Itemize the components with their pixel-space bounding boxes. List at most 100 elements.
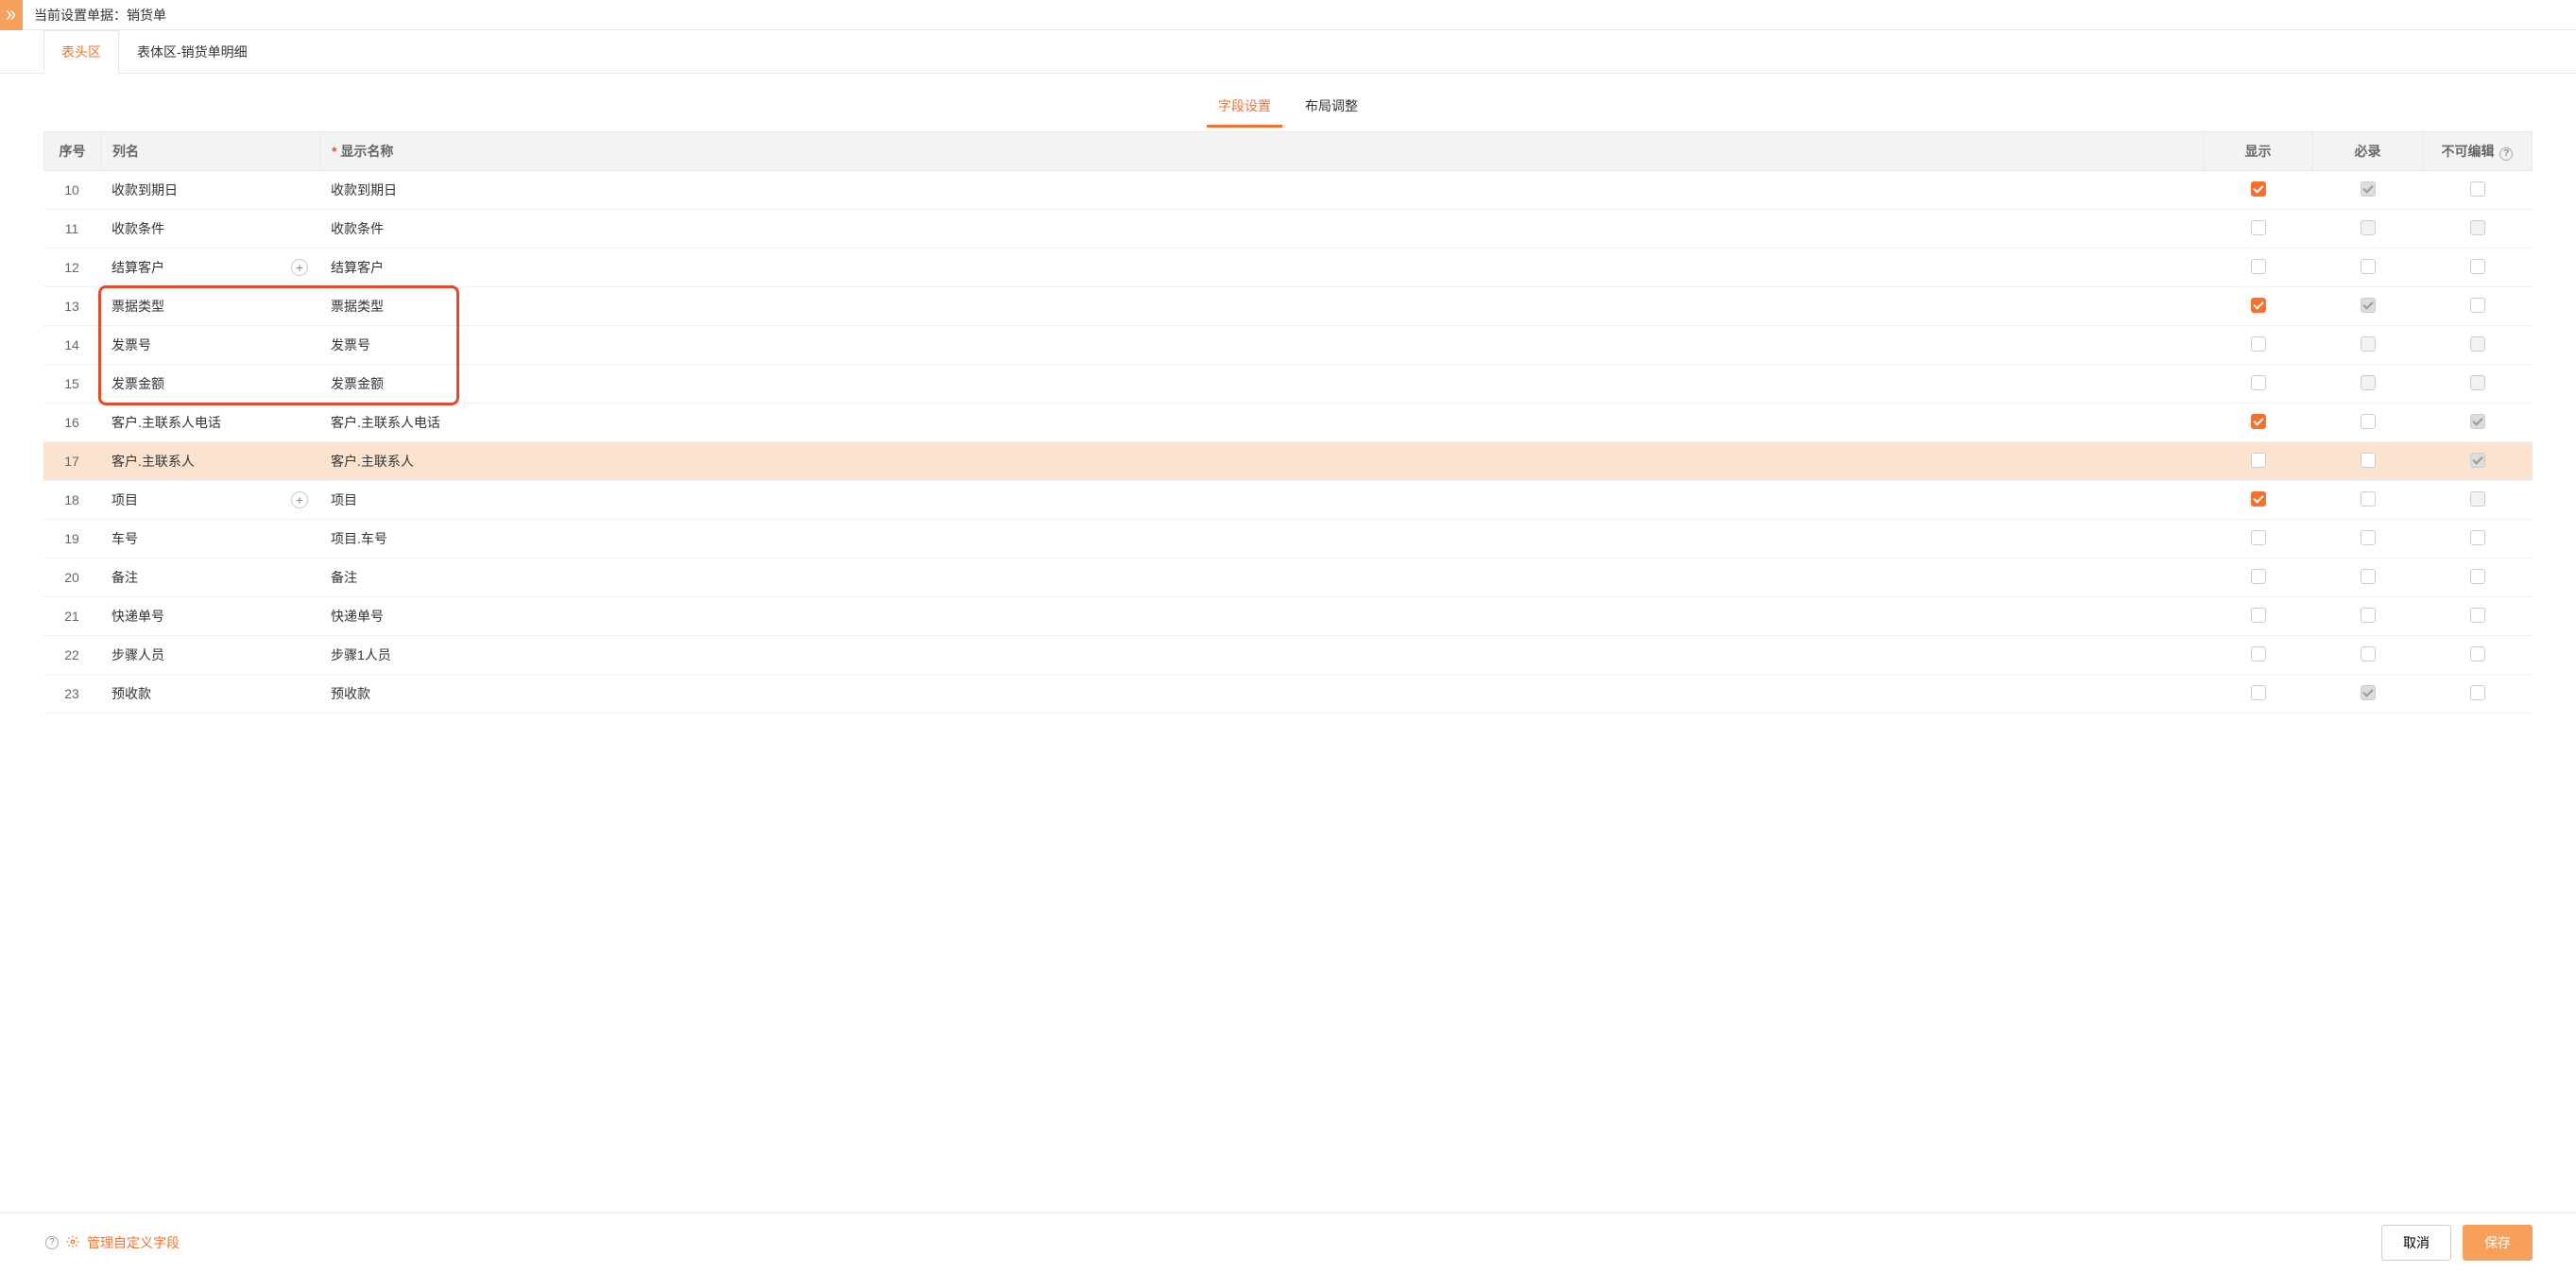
show-checkbox[interactable] bbox=[2251, 453, 2266, 468]
row-display-name[interactable]: 收款到期日 bbox=[319, 171, 2204, 210]
show-checkbox[interactable] bbox=[2251, 530, 2266, 545]
row-col-name: 发票号 bbox=[100, 326, 319, 365]
row-display-name[interactable]: 备注 bbox=[319, 559, 2204, 597]
required-checkbox[interactable] bbox=[2361, 530, 2376, 545]
sub-tab-0[interactable]: 字段设置 bbox=[1207, 91, 1282, 128]
main-tab-0[interactable]: 表头区 bbox=[43, 30, 119, 74]
required-checkbox bbox=[2361, 298, 2376, 313]
table-row[interactable]: 19 车号 项目.车号 bbox=[43, 520, 2533, 559]
table-row[interactable]: 23 预收款 预收款 bbox=[43, 675, 2533, 713]
main-tab-1[interactable]: 表体区-销货单明细 bbox=[119, 30, 266, 73]
manage-custom-fields-link[interactable]: 管理自定义字段 bbox=[87, 1233, 180, 1252]
row-display-name[interactable]: 项目.车号 bbox=[319, 520, 2204, 559]
add-child-button[interactable]: + bbox=[291, 259, 308, 276]
row-col-name: 客户.主联系人电话 bbox=[100, 404, 319, 442]
required-checkbox[interactable] bbox=[2361, 259, 2376, 274]
row-col-name: 步骤人员 bbox=[100, 636, 319, 675]
row-col-name: 备注 bbox=[100, 559, 319, 597]
table-row[interactable]: 14 发票号 发票号 bbox=[43, 326, 2533, 365]
readonly-checkbox bbox=[2470, 220, 2485, 235]
row-col-name: 结算客户 + bbox=[100, 249, 319, 287]
readonly-checkbox[interactable] bbox=[2470, 608, 2485, 623]
row-col-name: 收款条件 bbox=[100, 210, 319, 249]
table-row[interactable]: 18 项目 + 项目 bbox=[43, 481, 2533, 520]
readonly-checkbox[interactable] bbox=[2470, 259, 2485, 274]
show-checkbox[interactable] bbox=[2251, 569, 2266, 584]
table-row[interactable]: 11 收款条件 收款条件 bbox=[43, 210, 2533, 249]
row-seq: 23 bbox=[43, 675, 100, 713]
cancel-button[interactable]: 取消 bbox=[2381, 1225, 2451, 1261]
readonly-checkbox[interactable] bbox=[2470, 298, 2485, 313]
help-icon[interactable]: ? bbox=[2499, 147, 2513, 161]
required-checkbox[interactable] bbox=[2361, 646, 2376, 662]
table-row[interactable]: 13 票据类型 票据类型 bbox=[43, 287, 2533, 326]
required-checkbox bbox=[2361, 685, 2376, 700]
row-display-name[interactable]: 发票金额 bbox=[319, 365, 2204, 404]
readonly-checkbox[interactable] bbox=[2470, 569, 2485, 584]
table-row[interactable]: 22 步骤人员 步骤1人员 bbox=[43, 636, 2533, 675]
row-col-name: 票据类型 bbox=[100, 287, 319, 326]
required-checkbox bbox=[2361, 336, 2376, 352]
row-display-name[interactable]: 项目 bbox=[319, 481, 2204, 520]
row-display-name[interactable]: 快递单号 bbox=[319, 597, 2204, 636]
row-col-name: 收款到期日 bbox=[100, 171, 319, 210]
show-checkbox[interactable] bbox=[2251, 414, 2266, 429]
table-row[interactable]: 20 备注 备注 bbox=[43, 559, 2533, 597]
header-display-name: * 显示名称 bbox=[320, 132, 2204, 171]
readonly-checkbox bbox=[2470, 375, 2485, 390]
table-row[interactable]: 21 快递单号 快递单号 bbox=[43, 597, 2533, 636]
required-checkbox[interactable] bbox=[2361, 608, 2376, 623]
expand-panel-button[interactable] bbox=[0, 0, 23, 30]
row-col-name: 快递单号 bbox=[100, 597, 319, 636]
help-icon[interactable]: ? bbox=[45, 1236, 59, 1249]
readonly-checkbox bbox=[2470, 453, 2485, 468]
readonly-checkbox[interactable] bbox=[2470, 685, 2485, 700]
sub-tab-1[interactable]: 布局调整 bbox=[1294, 91, 1369, 128]
table-row[interactable]: 16 客户.主联系人电话 客户.主联系人电话 bbox=[43, 404, 2533, 442]
show-checkbox[interactable] bbox=[2251, 259, 2266, 274]
row-display-name[interactable]: 客户.主联系人电话 bbox=[319, 404, 2204, 442]
row-display-name[interactable]: 发票号 bbox=[319, 326, 2204, 365]
show-checkbox[interactable] bbox=[2251, 685, 2266, 700]
table-row[interactable]: 10 收款到期日 收款到期日 bbox=[43, 171, 2533, 210]
row-col-name: 预收款 bbox=[100, 675, 319, 713]
show-checkbox[interactable] bbox=[2251, 608, 2266, 623]
required-checkbox[interactable] bbox=[2361, 453, 2376, 468]
table-row[interactable]: 15 发票金额 发票金额 bbox=[43, 365, 2533, 404]
required-checkbox bbox=[2361, 375, 2376, 390]
row-display-name[interactable]: 收款条件 bbox=[319, 210, 2204, 249]
row-display-name[interactable]: 结算客户 bbox=[319, 249, 2204, 287]
readonly-checkbox[interactable] bbox=[2470, 181, 2485, 197]
required-checkbox[interactable] bbox=[2361, 491, 2376, 507]
row-seq: 10 bbox=[43, 171, 100, 210]
show-checkbox[interactable] bbox=[2251, 375, 2266, 390]
readonly-checkbox[interactable] bbox=[2470, 646, 2485, 662]
show-checkbox[interactable] bbox=[2251, 220, 2266, 235]
add-child-button[interactable]: + bbox=[291, 491, 308, 508]
field-settings-table: 序号 列名 * 显示名称 显示 必录 不可编辑 ? bbox=[43, 131, 2533, 171]
row-display-name[interactable]: 步骤1人员 bbox=[319, 636, 2204, 675]
current-doc-label: 当前设置单据：销货单 bbox=[34, 6, 166, 25]
show-checkbox[interactable] bbox=[2251, 181, 2266, 197]
header-col-name: 列名 bbox=[101, 132, 320, 171]
row-display-name[interactable]: 客户.主联系人 bbox=[319, 442, 2204, 481]
row-display-name[interactable]: 票据类型 bbox=[319, 287, 2204, 326]
required-checkbox[interactable] bbox=[2361, 414, 2376, 429]
sub-tabs: 字段设置布局调整 bbox=[0, 74, 2576, 128]
show-checkbox[interactable] bbox=[2251, 336, 2266, 352]
row-display-name[interactable]: 预收款 bbox=[319, 675, 2204, 713]
save-button[interactable]: 保存 bbox=[2463, 1225, 2533, 1261]
row-seq: 14 bbox=[43, 326, 100, 365]
show-checkbox[interactable] bbox=[2251, 491, 2266, 507]
readonly-checkbox[interactable] bbox=[2470, 530, 2485, 545]
header-seq: 序号 bbox=[44, 132, 101, 171]
show-checkbox[interactable] bbox=[2251, 646, 2266, 662]
show-checkbox[interactable] bbox=[2251, 298, 2266, 313]
row-seq: 13 bbox=[43, 287, 100, 326]
table-row[interactable]: 17 客户.主联系人 客户.主联系人 bbox=[43, 442, 2533, 481]
table-row[interactable]: 12 结算客户 + 结算客户 bbox=[43, 249, 2533, 287]
readonly-checkbox bbox=[2470, 336, 2485, 352]
gear-icon bbox=[66, 1235, 79, 1251]
top-bar: 当前设置单据：销货单 bbox=[0, 0, 2576, 30]
required-checkbox[interactable] bbox=[2361, 569, 2376, 584]
